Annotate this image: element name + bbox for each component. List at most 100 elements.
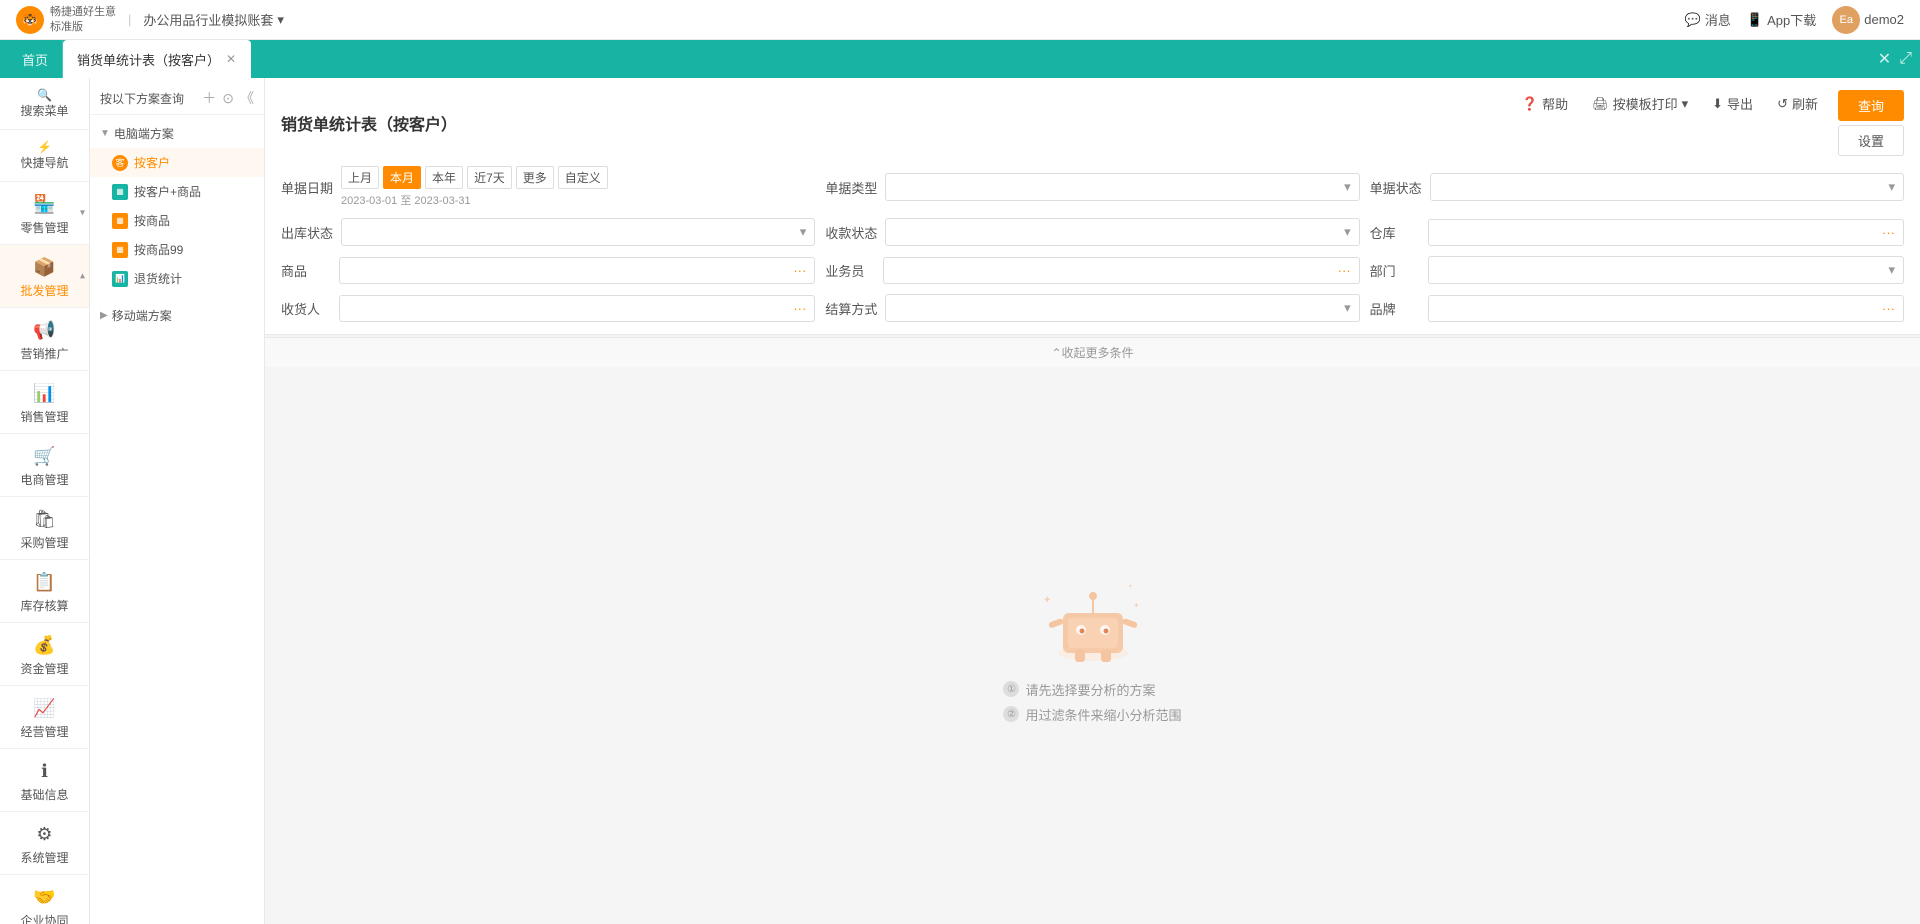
sidebar-item-inventory[interactable]: 📋 库存核算: [0, 560, 89, 623]
tab-close-all-icon[interactable]: ✕: [1878, 49, 1891, 69]
export-button[interactable]: ⬇ 导出: [1704, 90, 1761, 117]
sidebar-item-sales-mgmt[interactable]: 📊 销售管理: [0, 371, 89, 434]
scheme-item-by-goods-99[interactable]: ▦ 按商品99: [90, 235, 264, 264]
sidebar-label-retail: 零售管理: [20, 219, 68, 236]
sidebar-item-basic[interactable]: ℹ 基础信息: [0, 749, 89, 812]
department-select[interactable]: ▾: [1428, 256, 1904, 284]
tab-maximize-icon[interactable]: ⤢: [1899, 50, 1912, 68]
app-download-action[interactable]: 📱 App下载: [1747, 10, 1816, 29]
sidebar-item-purchase[interactable]: 🛍 采购管理: [0, 497, 89, 560]
date-buttons: 上月 本月 本年 近7天 更多 自定义: [341, 166, 815, 189]
date-btn-more[interactable]: 更多: [516, 166, 554, 189]
doc-status-label: 单据状态: [1370, 178, 1422, 197]
filter-doc-status-field: 单据状态 ▾: [1370, 173, 1904, 201]
sidebar-item-retail[interactable]: 🏪 零售管理 ▾: [0, 182, 89, 245]
sidebar-label-system: 系统管理: [20, 849, 68, 866]
dots-icon-goods: ···: [793, 263, 806, 278]
scheme-item-by-goods[interactable]: ▦ 按商品: [90, 206, 264, 235]
app-download-label: App下载: [1767, 10, 1816, 29]
scheme-settings-icon[interactable]: ⊙: [222, 90, 234, 107]
scheme-item-by-customer-goods[interactable]: ▦ 按客户+商品: [90, 177, 264, 206]
wholesale-icon: 📦: [33, 257, 55, 278]
inventory-icon: 📋: [33, 572, 55, 593]
date-btn-this-year[interactable]: 本年: [425, 166, 463, 189]
template-print-button[interactable]: 🖨 按模板打印 ▾: [1584, 90, 1696, 117]
sidebar-label-enterprise: 企业协同: [20, 912, 68, 924]
scheme-header: 按以下方案查询 ＋ ⊙ 《: [90, 78, 264, 115]
salesperson-select[interactable]: ···: [883, 257, 1359, 284]
scheme-group-mobile-title[interactable]: ▶ 移动端方案: [90, 301, 264, 330]
refresh-button[interactable]: ↺ 刷新: [1769, 90, 1826, 117]
out-status-select[interactable]: ▾: [341, 218, 815, 246]
expand-icon-retail: ▾: [80, 208, 85, 219]
date-btn-this-month[interactable]: 本月: [383, 166, 421, 189]
sidebar-item-finance[interactable]: 💰 资金管理: [0, 623, 89, 686]
sidebar-item-search-menu[interactable]: 🔍 搜索菜单: [0, 78, 89, 130]
expand-icon-wholesale: ▴: [80, 271, 85, 282]
filter-consignee-field: 收货人 ···: [281, 295, 815, 322]
action-buttons: 查询 设置: [1838, 90, 1904, 156]
query-button[interactable]: 查询: [1838, 90, 1904, 121]
empty-tip-1-text: 请先选择要分析的方案: [1025, 680, 1155, 699]
help-button[interactable]: ❓ 帮助: [1514, 90, 1576, 117]
receipt-status-select[interactable]: ▾: [885, 218, 1359, 246]
by-goods-icon: ▦: [112, 213, 128, 229]
sidebar-item-enterprise[interactable]: 🤝 企业协同: [0, 875, 89, 924]
tab-close-icon[interactable]: ✕: [226, 52, 236, 66]
scheme-group-desktop-title[interactable]: ▼ 电脑端方案: [90, 119, 264, 148]
refresh-icon: ↺: [1777, 96, 1788, 112]
sidebar-label-marketing: 营销推广: [20, 345, 68, 362]
dots-icon-warehouse: ···: [1882, 225, 1895, 240]
filter-date-field: 单据日期 上月 本月 本年 近7天 更多 自定义 20: [281, 166, 815, 208]
empty-tip-2: ② 用过滤条件来缩小分析范围: [1003, 705, 1181, 724]
header-left: 🐯 畅捷通好生意标准版 | 办公用品行业模拟账套 ▾: [16, 5, 284, 34]
sidebar-item-quick-nav[interactable]: ⚡ 快捷导航: [0, 130, 89, 182]
filter-salesperson-field: 业务员 ···: [825, 257, 1359, 284]
scheme-header-actions: ＋ ⊙ 《: [202, 88, 254, 108]
by-goods-99-icon: ▦: [112, 242, 128, 258]
collapse-more-conditions[interactable]: ⌃ 收起更多条件: [265, 337, 1920, 367]
template-label: 按模板打印: [1613, 94, 1678, 113]
tab-home[interactable]: 首页: [8, 40, 63, 78]
goods-select[interactable]: ···: [339, 257, 815, 284]
sidebar-item-operations[interactable]: 📈 经营管理: [0, 686, 89, 749]
empty-svg: ✦ ✦ ✦: [1033, 568, 1153, 668]
user-area[interactable]: Ea demo2: [1832, 6, 1904, 34]
industry-dropdown[interactable]: 办公用品行业模拟账套 ▾: [143, 10, 284, 29]
date-btn-last-month[interactable]: 上月: [341, 166, 379, 189]
doc-status-select[interactable]: ▾: [1430, 173, 1904, 201]
tab-bar: 首页 销货单统计表（按客户） ✕ ✕ ⤢: [0, 40, 1920, 78]
warehouse-select[interactable]: ···: [1428, 219, 1904, 246]
svg-text:✦: ✦: [1133, 601, 1140, 610]
svg-text:✦: ✦: [1128, 583, 1133, 590]
scheme-collapse-icon[interactable]: 《: [240, 88, 254, 108]
home-tab-label: 首页: [22, 50, 48, 69]
finance-icon: 💰: [33, 635, 55, 656]
empty-state: ✦ ✦ ✦ ① 请先选择要分析的方案 ② 用过滤条件来缩小分析范围: [265, 367, 1920, 924]
scheme-item-by-customer[interactable]: 客 按客户: [90, 148, 264, 177]
header-right: 💬 消息 📱 App下载 Ea demo2: [1685, 6, 1904, 34]
sidebar-item-wholesale[interactable]: 📦 批发管理 ▴: [0, 245, 89, 308]
message-action[interactable]: 💬 消息: [1685, 10, 1731, 29]
chevron-down-icon-doctype: ▾: [1344, 179, 1351, 195]
doc-type-select[interactable]: ▾: [885, 173, 1359, 201]
date-btn-custom[interactable]: 自定义: [558, 166, 608, 189]
scheme-group-desktop: ▼ 电脑端方案 客 按客户 ▦ 按客户+商品 ▦ 按商品 ▦ 按商品99: [90, 115, 264, 297]
sidebar-item-system[interactable]: ⚙ 系统管理: [0, 812, 89, 875]
operations-icon: 📈: [33, 698, 55, 719]
consignee-select[interactable]: ···: [339, 295, 815, 322]
date-btn-7days[interactable]: 近7天: [467, 166, 512, 189]
ecom-icon: 🛒: [33, 446, 55, 467]
header-action-btns: ❓ 帮助 🖨 按模板打印 ▾ ⬇ 导出: [1514, 90, 1826, 117]
dots-icon-consignee: ···: [793, 301, 806, 316]
brand-select[interactable]: ···: [1428, 295, 1904, 322]
sidebar-item-marketing[interactable]: 📢 营销推广: [0, 308, 89, 371]
settings-button[interactable]: 设置: [1838, 125, 1904, 156]
empty-tip-1: ① 请先选择要分析的方案: [1003, 680, 1181, 699]
scheme-item-refund-stat[interactable]: 📊 退货统计: [90, 264, 264, 293]
sidebar-label-ecom: 电商管理: [20, 471, 68, 488]
sidebar-item-ecom[interactable]: 🛒 电商管理: [0, 434, 89, 497]
settlement-select[interactable]: ▾: [885, 294, 1359, 322]
tab-sales-stat[interactable]: 销货单统计表（按客户） ✕: [63, 40, 251, 78]
scheme-add-icon[interactable]: ＋: [202, 88, 216, 108]
